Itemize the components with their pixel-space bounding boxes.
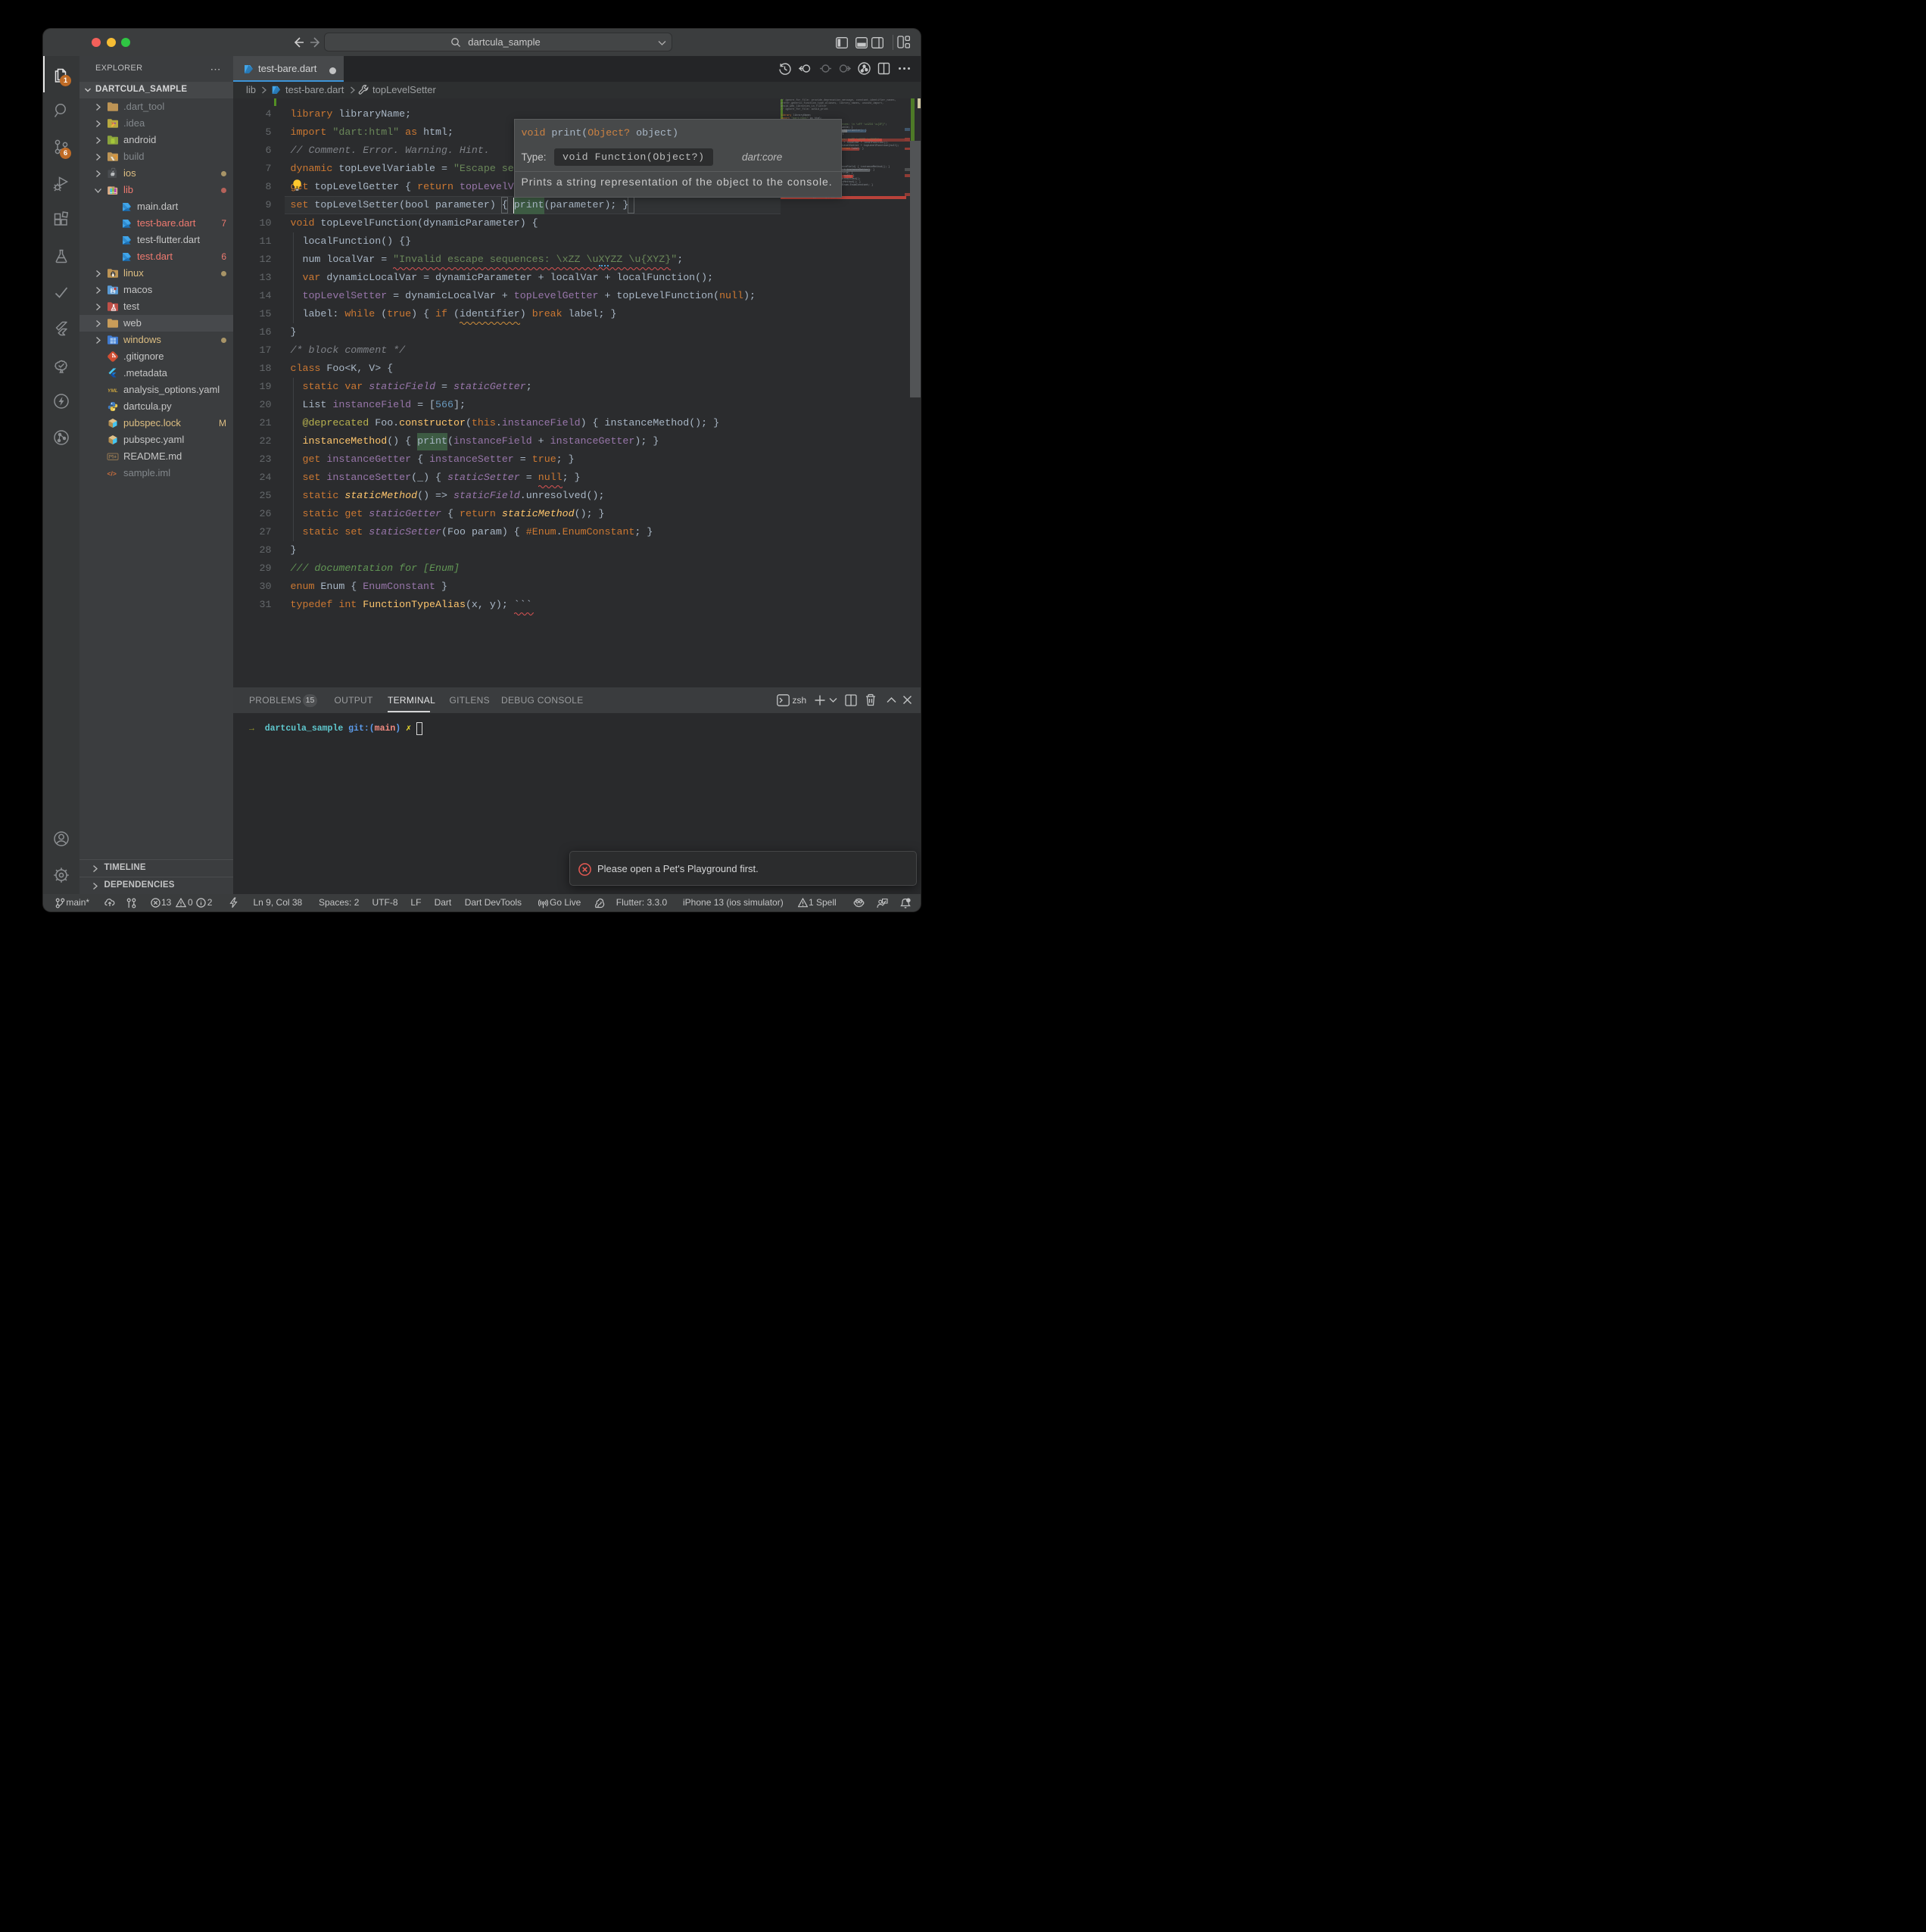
svg-text:</>: </> <box>108 470 117 478</box>
svg-text:YML: YML <box>108 388 118 394</box>
